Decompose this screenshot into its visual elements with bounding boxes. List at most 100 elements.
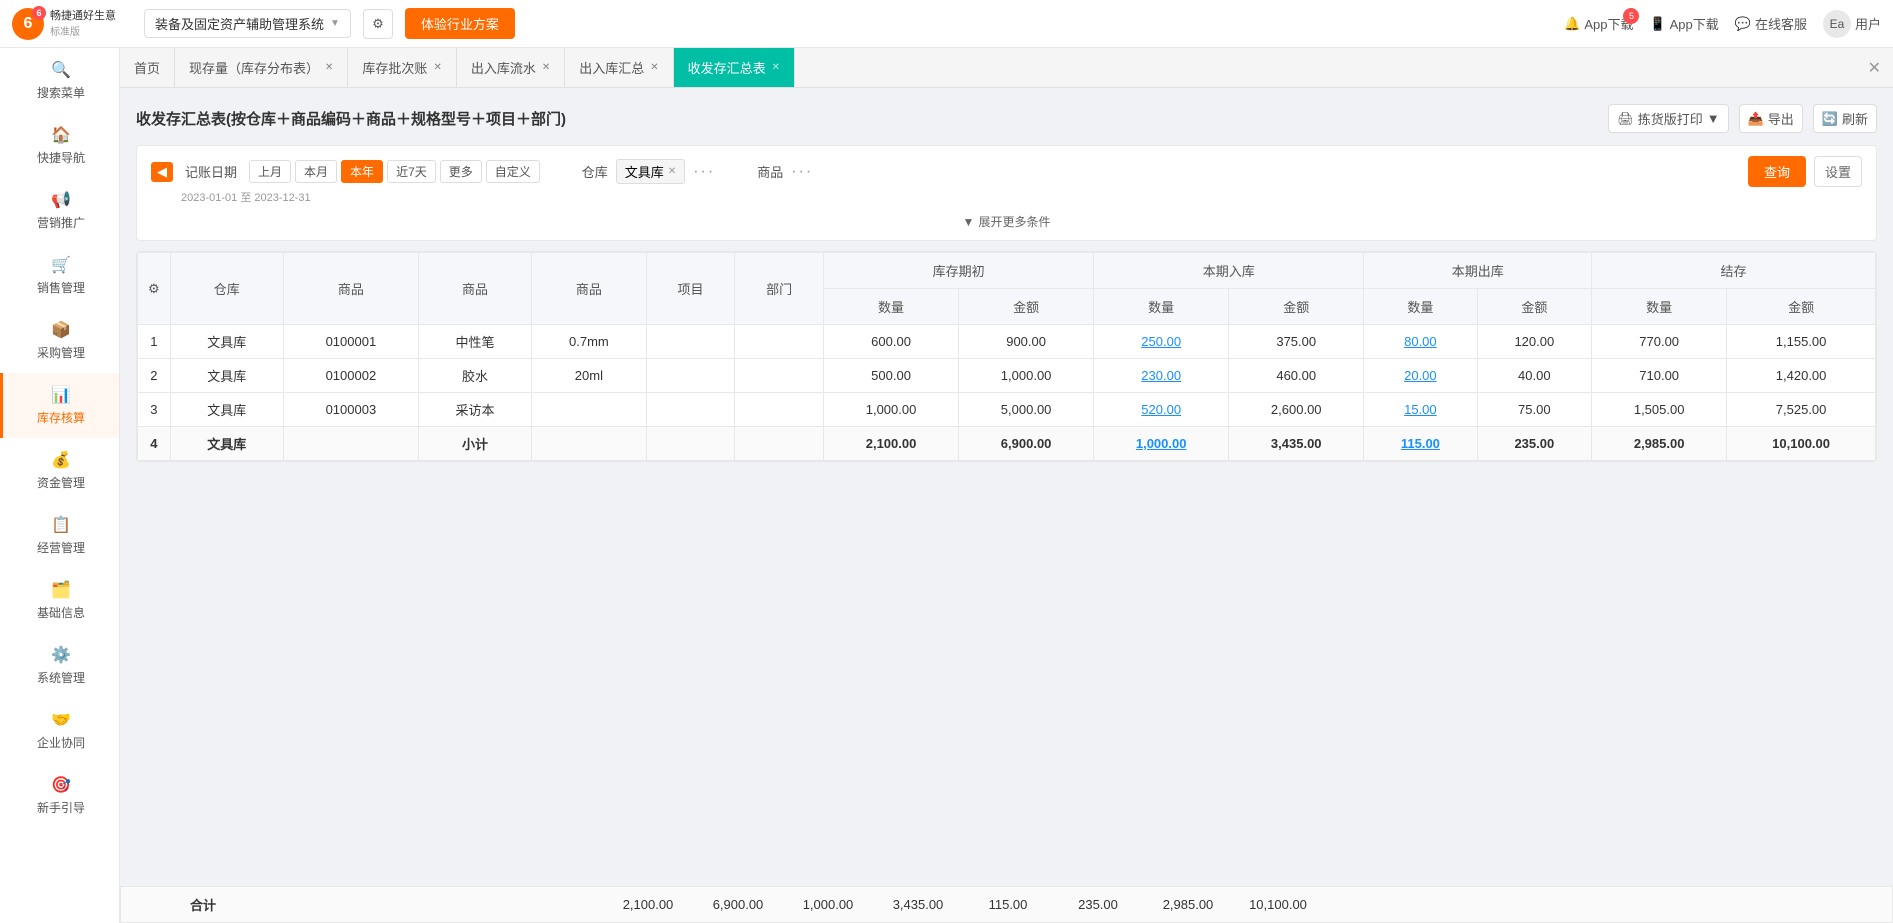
date-btn-this-year[interactable]: 本年 <box>341 160 383 183</box>
title-actions: 🖨 拣货版打印 ▼ 📤 导出 🔄 刷新 <box>1608 104 1877 133</box>
cell-dept <box>735 359 824 393</box>
tab-close-inout-summary[interactable]: ✕ <box>650 62 658 73</box>
goods-more-button[interactable]: ··· <box>791 163 813 181</box>
sidebar-item-guide[interactable]: 🎯 新手引导 <box>0 763 119 828</box>
sidebar-item-finance[interactable]: 💰 资金管理 <box>0 438 119 503</box>
cell-out-qty[interactable]: 115.00 <box>1364 427 1477 461</box>
th-settings: ⚙ <box>138 253 171 325</box>
tab-close-receive-send[interactable]: ✕ <box>772 62 780 73</box>
cell-out-qty[interactable]: 80.00 <box>1364 325 1477 359</box>
cell-code <box>283 427 418 461</box>
total-close-amt: 10,100.00 <box>1233 897 1323 912</box>
logo-sub: 标准版 <box>50 23 116 38</box>
cell-open-qty: 2,100.00 <box>824 427 959 461</box>
filter-settings-button[interactable]: 设置 <box>1814 156 1862 187</box>
online-service-label: 在线客服 <box>1755 14 1807 33</box>
refresh-button[interactable]: 🔄 刷新 <box>1813 104 1877 133</box>
cell-warehouse: 文具库 <box>170 427 283 461</box>
total-open-amt: 6,900.00 <box>693 897 783 912</box>
cell-in-qty[interactable]: 250.00 <box>1094 325 1229 359</box>
sidebar-item-sales[interactable]: 🛒 销售管理 <box>0 243 119 308</box>
finance-icon: 💰 <box>51 450 71 470</box>
cell-out-qty[interactable]: 20.00 <box>1364 359 1477 393</box>
avatar: Ea <box>1823 10 1851 38</box>
tab-inout-summary[interactable]: 出入库汇总 ✕ <box>565 48 673 87</box>
tab-inout-summary-label: 出入库汇总 <box>579 58 644 77</box>
cell-out-qty[interactable]: 15.00 <box>1364 393 1477 427</box>
warehouse-label: 仓库 <box>582 162 608 181</box>
date-btn-7days[interactable]: 近7天 <box>387 160 436 183</box>
service-icon: 💬 <box>1735 16 1751 32</box>
cell-dept <box>735 427 824 461</box>
tab-home[interactable]: 首页 <box>120 48 175 87</box>
trial-button[interactable]: 体验行业方案 <box>405 8 515 39</box>
cell-open-amt: 5,000.00 <box>959 393 1094 427</box>
cell-close-amt: 1,155.00 <box>1727 325 1876 359</box>
tab-batch-account[interactable]: 库存批次账 ✕ <box>348 48 456 87</box>
cell-warehouse: 文具库 <box>170 393 283 427</box>
tab-receive-send[interactable]: 收发存汇总表 ✕ <box>674 48 795 87</box>
export-button[interactable]: 📤 导出 <box>1739 104 1803 133</box>
tab-bar-close-button[interactable]: ✕ <box>1856 58 1893 78</box>
cell-close-qty: 770.00 <box>1592 325 1727 359</box>
total-label: 合计 <box>163 895 243 914</box>
total-open-qty: 2,100.00 <box>603 897 693 912</box>
warehouse-remove-icon[interactable]: ✕ <box>668 166 676 177</box>
cell-code: 0100002 <box>283 359 418 393</box>
sidebar-item-marketing[interactable]: 📢 营销推广 <box>0 178 119 243</box>
cell-in-amt: 2,600.00 <box>1229 393 1364 427</box>
sidebar-label-system: 系统管理 <box>37 669 85 686</box>
tab-close-batch-account[interactable]: ✕ <box>433 62 441 73</box>
chevron-down-icon: ▼ <box>330 18 340 29</box>
table-settings-icon[interactable]: ⚙ <box>148 281 160 296</box>
top-header: 6 6 畅捷通好生意 标准版 装备及固定资产辅助管理系统 ▼ ⚙ 体验行业方案 … <box>0 0 1893 48</box>
sidebar-item-system[interactable]: ⚙️ 系统管理 <box>0 633 119 698</box>
sidebar-label-enterprise: 企业协同 <box>37 734 85 751</box>
filter-collapse-btn[interactable]: ◀ <box>151 162 173 182</box>
sidebar-item-quick-nav[interactable]: 🏠 快捷导航 <box>0 113 119 178</box>
tab-close-inout-flow[interactable]: ✕ <box>542 62 550 73</box>
print-button[interactable]: 🖨 拣货版打印 ▼ <box>1608 104 1728 133</box>
cell-spec: 20ml <box>532 359 647 393</box>
cell-in-qty[interactable]: 1,000.00 <box>1094 427 1229 461</box>
gear-button[interactable]: ⚙ <box>363 9 393 39</box>
date-btn-last-month[interactable]: 上月 <box>249 160 291 183</box>
sidebar-item-search[interactable]: 🔍 搜索菜单 <box>0 48 119 113</box>
date-btn-more[interactable]: 更多 <box>440 160 482 183</box>
sidebar-item-enterprise[interactable]: 🤝 企业协同 <box>0 698 119 763</box>
notification-button[interactable]: 🔔 App下载 5 <box>1564 14 1633 33</box>
date-btn-custom[interactable]: 自定义 <box>486 160 540 183</box>
user-area[interactable]: Ea 用户 <box>1823 10 1881 38</box>
cell-open-qty: 1,000.00 <box>824 393 959 427</box>
cell-in-qty[interactable]: 230.00 <box>1094 359 1229 393</box>
th-close-amt: 金额 <box>1727 289 1876 325</box>
main-layout: 🔍 搜索菜单 🏠 快捷导航 📢 营销推广 🛒 销售管理 📦 采购管理 📊 库存核… <box>0 48 1893 923</box>
tab-inout-flow[interactable]: 出入库流水 ✕ <box>457 48 565 87</box>
th-in-qty: 数量 <box>1094 289 1229 325</box>
cell-spec <box>532 427 647 461</box>
tab-inventory-dist-label: 现存量（库存分布表） <box>189 58 319 77</box>
sidebar-item-operations[interactable]: 📋 经营管理 <box>0 503 119 568</box>
warehouse-more-button[interactable]: ··· <box>693 163 715 181</box>
cell-code: 0100001 <box>283 325 418 359</box>
cell-seq: 4 <box>138 427 171 461</box>
sidebar-item-inventory[interactable]: 📊 库存核算 <box>0 373 119 438</box>
cell-in-qty[interactable]: 520.00 <box>1094 393 1229 427</box>
tab-inventory-dist[interactable]: 现存量（库存分布表） ✕ <box>175 48 348 87</box>
th-open-amt: 金额 <box>959 289 1094 325</box>
cell-out-amt: 235.00 <box>1477 427 1592 461</box>
print-chevron-icon: ▼ <box>1707 111 1720 126</box>
sidebar-item-purchase[interactable]: 📦 采购管理 <box>0 308 119 373</box>
date-label: 记账日期 <box>185 162 237 181</box>
online-service-button[interactable]: 💬 在线客服 <box>1735 14 1807 33</box>
tab-inout-flow-label: 出入库流水 <box>471 58 536 77</box>
sidebar-label-marketing: 营销推广 <box>37 214 85 231</box>
sidebar-item-basic-info[interactable]: 🗂️ 基础信息 <box>0 568 119 633</box>
app-download-button[interactable]: 📱 App下载 <box>1649 14 1718 33</box>
cell-project <box>646 325 735 359</box>
date-btn-this-month[interactable]: 本月 <box>295 160 337 183</box>
query-button[interactable]: 查询 <box>1748 156 1806 187</box>
tab-close-inventory-dist[interactable]: ✕ <box>325 62 333 73</box>
system-title-selector[interactable]: 装备及固定资产辅助管理系统 ▼ <box>144 9 351 38</box>
expand-more-btn[interactable]: ▼ 展开更多条件 <box>963 213 1051 230</box>
